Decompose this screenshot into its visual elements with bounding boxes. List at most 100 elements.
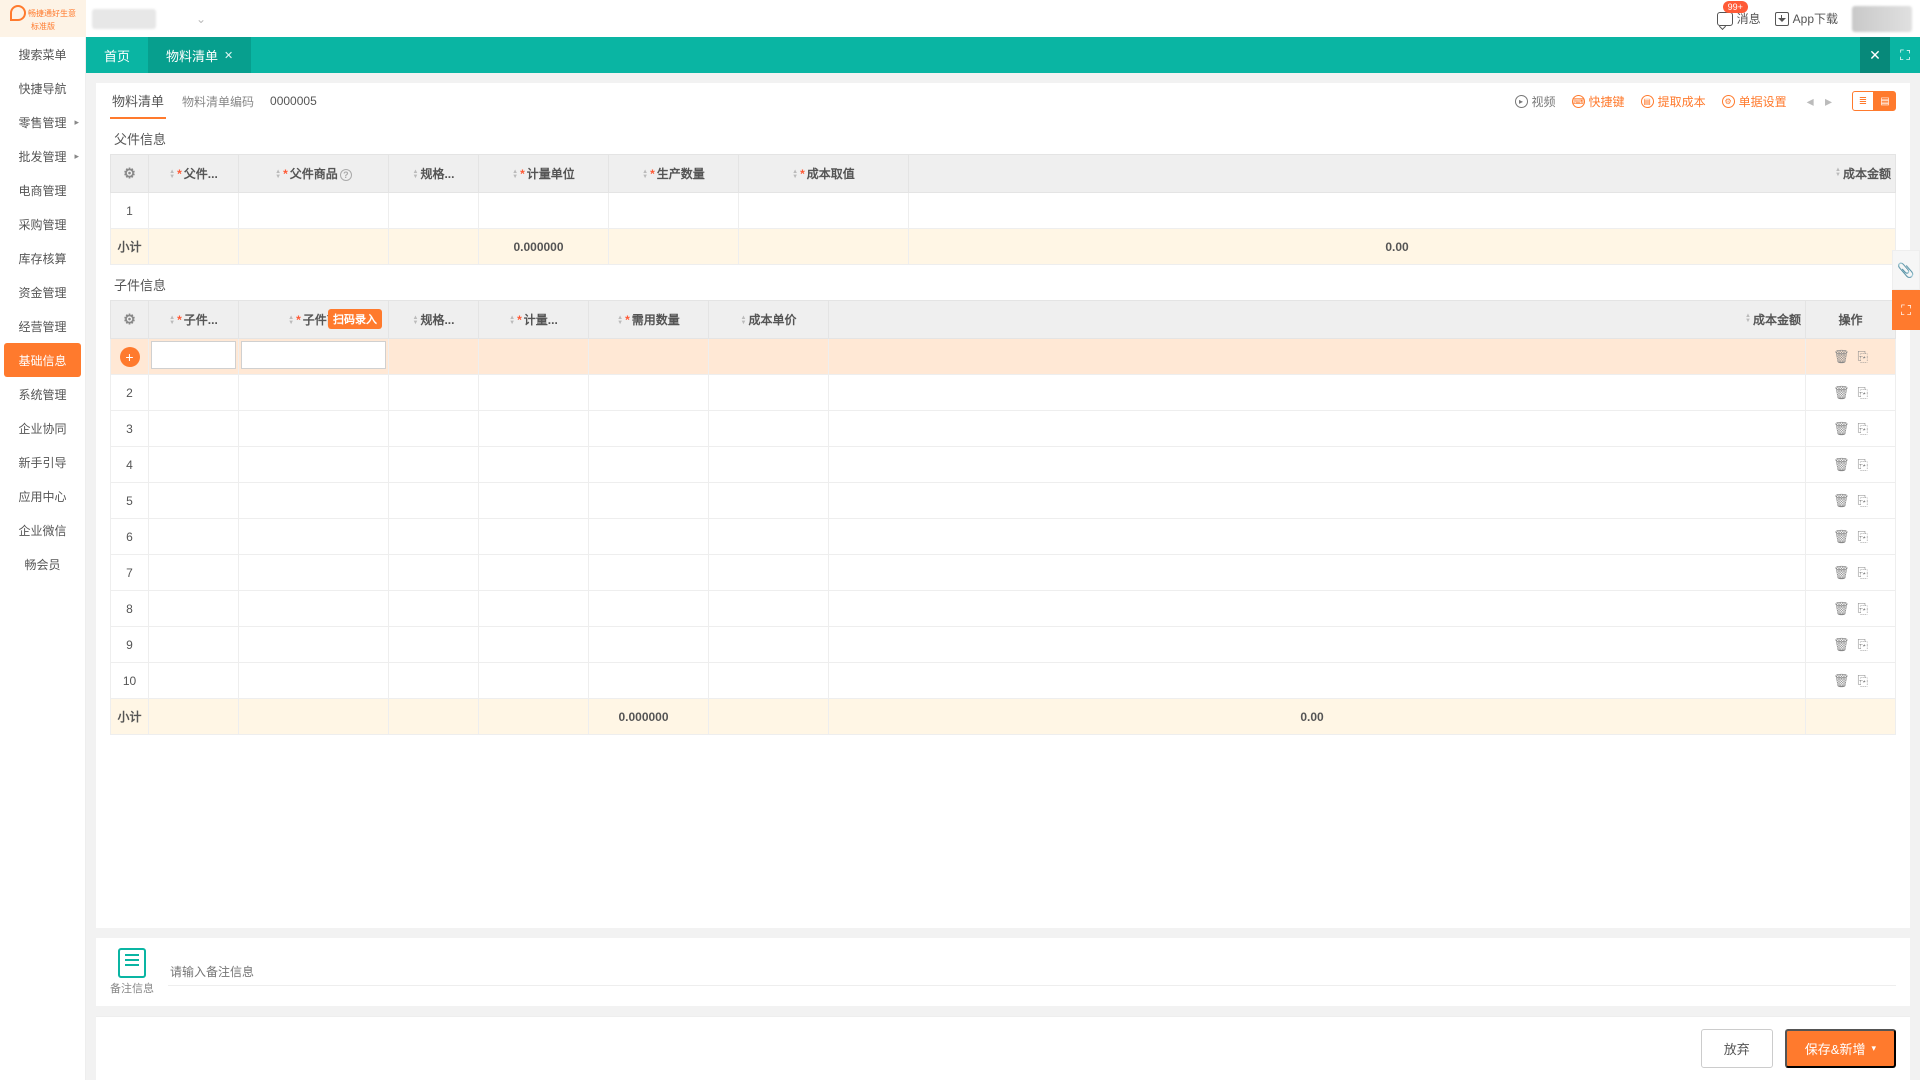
copy-row-button[interactable]: ⎘ <box>1858 457 1868 473</box>
sidebar-item-1[interactable]: 快捷导航 <box>0 71 85 105</box>
save-and-new-button[interactable]: 保存&新增▾ <box>1785 1029 1896 1068</box>
scan-input-button[interactable]: 扫码录入 <box>328 309 382 329</box>
child-col-spec-label: 规格... <box>420 313 454 327</box>
chevron-right-icon: ▸ <box>74 117 79 128</box>
sidebar-item-9[interactable]: 基础信息 <box>4 343 81 377</box>
sidebar-item-14[interactable]: 企业微信 <box>0 513 85 547</box>
parent-col-config-button[interactable]: ⚙ <box>123 165 136 181</box>
child-row[interactable]: 6🗑⎘ <box>111 519 1896 555</box>
parent-col-amount[interactable]: ▲▼成本金额 <box>909 155 1896 193</box>
doc-icon: ▤ <box>1641 95 1654 108</box>
parent-col-spec-label: 规格... <box>420 167 454 181</box>
child-goods-input[interactable] <box>241 341 386 369</box>
delete-row-button[interactable]: 🗑 <box>1833 457 1850 473</box>
delete-row-button[interactable]: 🗑 <box>1833 601 1850 617</box>
copy-row-button[interactable]: ⎘ <box>1858 637 1868 653</box>
child-col-price-label: 成本单价 <box>748 313 796 327</box>
parent-col-code[interactable]: ▲▼*父件... <box>149 155 239 193</box>
copy-row-button[interactable]: ⎘ <box>1858 673 1868 689</box>
child-row[interactable]: 3🗑⎘ <box>111 411 1896 447</box>
copy-row-button[interactable]: ⎘ <box>1858 601 1868 617</box>
sidebar-item-13[interactable]: 应用中心 <box>0 479 85 513</box>
float-tool-attachment[interactable]: 📎 <box>1892 250 1920 290</box>
next-doc-button[interactable]: ▸ <box>1821 93 1836 109</box>
brand-edition: 标准版 <box>31 21 55 32</box>
note-icon <box>118 948 146 978</box>
delete-row-button[interactable]: 🗑 <box>1833 673 1850 689</box>
copy-row-button[interactable]: ⎘ <box>1858 385 1868 401</box>
sidebar-item-15[interactable]: 畅会员 <box>0 547 85 581</box>
video-link[interactable]: ▸视频 <box>1515 93 1556 110</box>
child-col-code[interactable]: ▲▼*子件... <box>149 301 239 339</box>
copy-row-button[interactable]: ⎘ <box>1858 421 1868 437</box>
prev-doc-button[interactable]: ◂ <box>1803 93 1818 109</box>
close-icon[interactable]: ✕ <box>224 49 233 62</box>
child-row[interactable]: + 🗑 ⎘ <box>111 339 1896 375</box>
child-col-qty[interactable]: ▲▼*需用数量 <box>589 301 709 339</box>
child-col-spec[interactable]: ▲▼规格... <box>389 301 479 339</box>
delete-row-button[interactable]: 🗑 <box>1833 565 1850 581</box>
copy-row-button[interactable]: ⎘ <box>1858 493 1868 509</box>
help-icon[interactable]: ? <box>340 169 352 181</box>
sidebar-item-0[interactable]: 搜索菜单 <box>0 37 85 71</box>
tabbar-close-button[interactable]: ✕ <box>1860 37 1890 73</box>
tab-home[interactable]: 首页 <box>86 37 148 73</box>
copy-row-button[interactable]: ⎘ <box>1858 529 1868 545</box>
child-row[interactable]: 2🗑⎘ <box>111 375 1896 411</box>
discard-button[interactable]: 放弃 <box>1701 1029 1773 1068</box>
delete-row-button[interactable]: 🗑 <box>1833 529 1850 545</box>
sidebar-item-10[interactable]: 系统管理 <box>0 377 85 411</box>
delete-row-button[interactable]: 🗑 <box>1833 637 1850 653</box>
sidebar-item-11[interactable]: 企业协同 <box>0 411 85 445</box>
parent-col-qty[interactable]: ▲▼*生产数量 <box>609 155 739 193</box>
doc-title-tab[interactable]: 物料清单 <box>110 83 166 119</box>
doc-setting-link[interactable]: ⚙单据设置 <box>1722 93 1787 110</box>
add-row-button[interactable]: + <box>120 347 140 367</box>
copy-row-button[interactable]: ⎘ <box>1858 349 1868 365</box>
sidebar-item-12[interactable]: 新手引导 <box>0 445 85 479</box>
parent-col-src[interactable]: ▲▼*成本取值 <box>739 155 909 193</box>
sidebar-item-7[interactable]: 资金管理 <box>0 275 85 309</box>
child-row[interactable]: 8🗑⎘ <box>111 591 1896 627</box>
child-col-goods[interactable]: ▲▼*子件商扫码录入 <box>239 301 389 339</box>
sidebar-item-3[interactable]: 批发管理▸ <box>0 139 85 173</box>
child-col-config-button[interactable]: ⚙ <box>123 311 136 327</box>
child-code-input[interactable] <box>151 341 236 369</box>
child-row[interactable]: 10🗑⎘ <box>111 663 1896 699</box>
child-col-price[interactable]: ▲▼成本单价 <box>709 301 829 339</box>
delete-row-button[interactable]: 🗑 <box>1833 385 1850 401</box>
child-col-amount[interactable]: ▲▼成本金额 <box>829 301 1806 339</box>
parent-row[interactable]: 1 <box>111 193 1896 229</box>
float-tool-expand[interactable]: ⛶ <box>1892 290 1920 330</box>
copy-row-button[interactable]: ⎘ <box>1858 565 1868 581</box>
sidebar-item-4[interactable]: 电商管理 <box>0 173 85 207</box>
parent-col-uom[interactable]: ▲▼*计量单位 <box>479 155 609 193</box>
child-row[interactable]: 7🗑⎘ <box>111 555 1896 591</box>
view-mode-toggle: ≣ ▤ <box>1852 91 1896 111</box>
child-row[interactable]: 9🗑⎘ <box>111 627 1896 663</box>
child-row[interactable]: 4🗑⎘ <box>111 447 1896 483</box>
remark-input[interactable] <box>168 959 1896 986</box>
parent-col-goods[interactable]: ▲▼*父件商品? <box>239 155 389 193</box>
parent-col-spec[interactable]: ▲▼规格... <box>389 155 479 193</box>
sidebar-item-5[interactable]: 采购管理 <box>0 207 85 241</box>
org-selector[interactable]: ⌄ <box>86 0 206 37</box>
extract-cost-link[interactable]: ▤提取成本 <box>1641 93 1706 110</box>
messages-button[interactable]: 消息 99+ <box>1717 10 1761 27</box>
sidebar-item-8[interactable]: 经营管理 <box>0 309 85 343</box>
tabbar-expand-button[interactable]: ⛶ <box>1890 37 1920 73</box>
view-mode-grid[interactable]: ≣ <box>1852 91 1874 111</box>
delete-row-button[interactable]: 🗑 <box>1833 349 1850 365</box>
tab-bom[interactable]: 物料清单 ✕ <box>148 37 251 73</box>
parent-section-title: 父件信息 <box>114 129 1896 148</box>
delete-row-button[interactable]: 🗑 <box>1833 493 1850 509</box>
shortcut-link[interactable]: ⌨快捷键 <box>1572 93 1625 110</box>
app-download-button[interactable]: App下载 <box>1775 10 1838 27</box>
child-col-uom[interactable]: ▲▼*计量... <box>479 301 589 339</box>
child-row[interactable]: 5🗑⎘ <box>111 483 1896 519</box>
sidebar-item-2[interactable]: 零售管理▸ <box>0 105 85 139</box>
delete-row-button[interactable]: 🗑 <box>1833 421 1850 437</box>
sidebar-item-6[interactable]: 库存核算 <box>0 241 85 275</box>
user-avatar[interactable] <box>1852 6 1912 32</box>
view-mode-list[interactable]: ▤ <box>1874 91 1896 111</box>
